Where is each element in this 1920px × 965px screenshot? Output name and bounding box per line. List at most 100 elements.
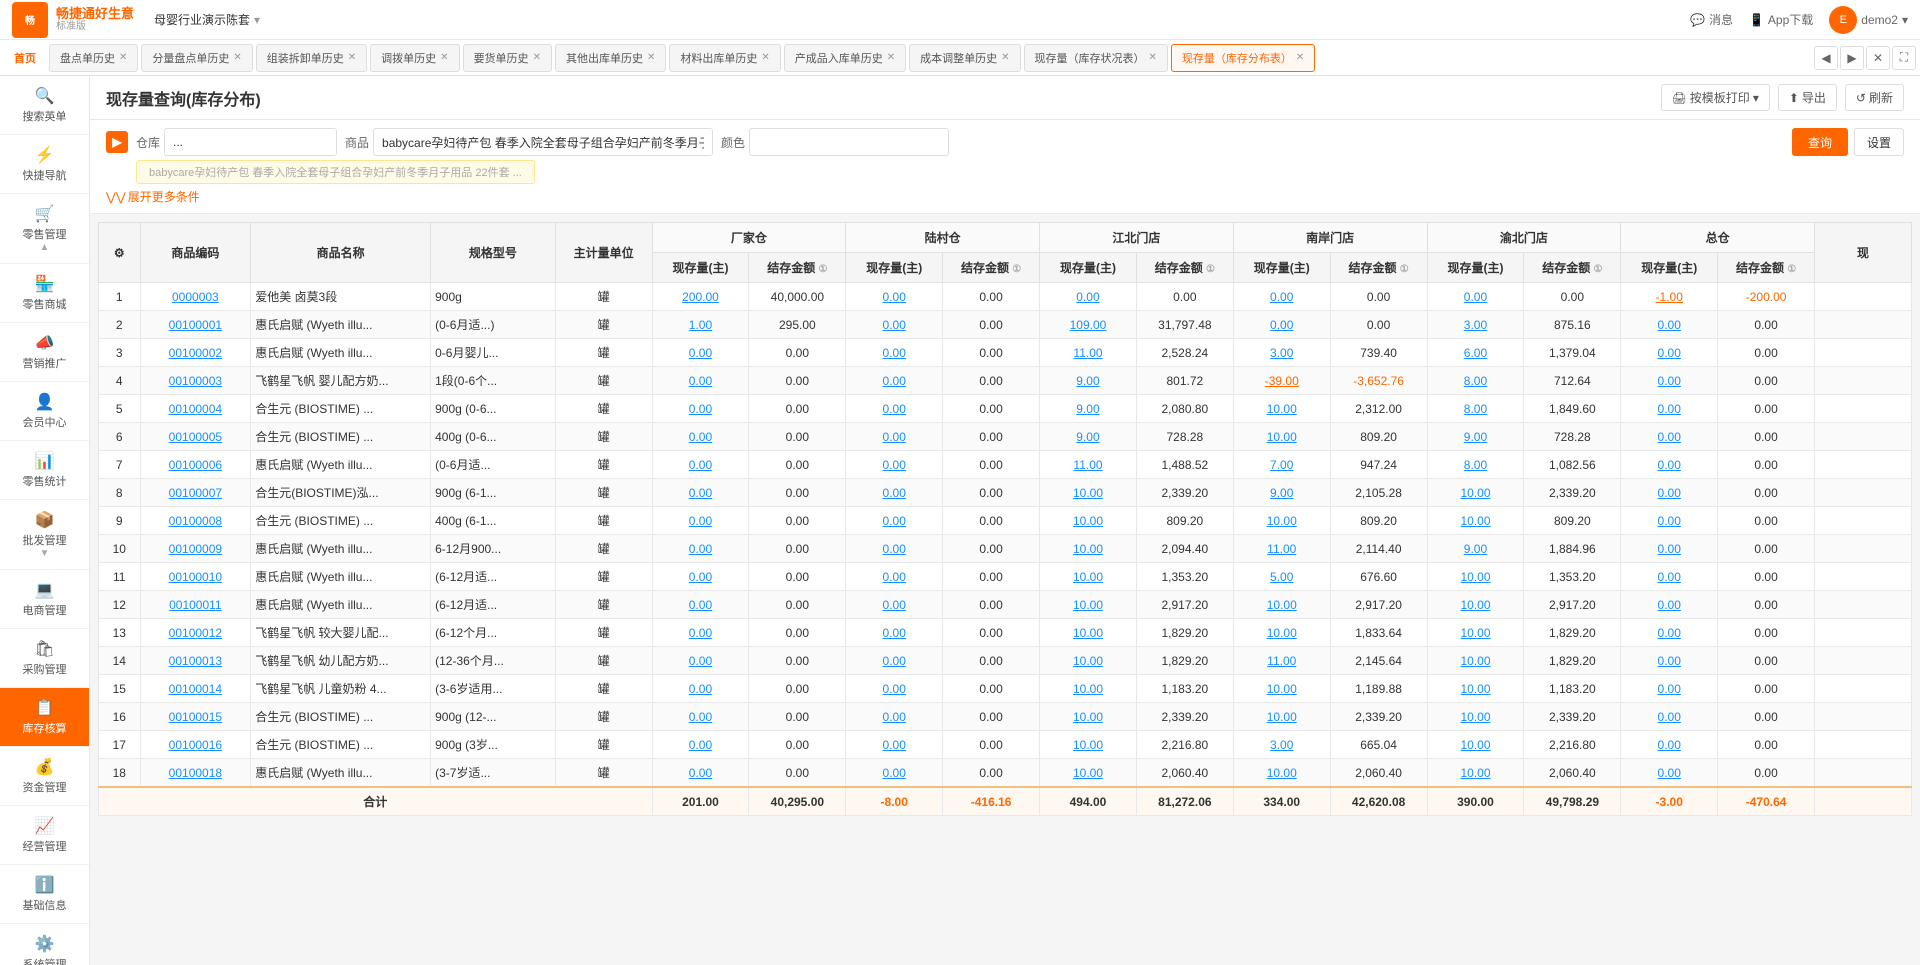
cell-code[interactable]: 00100002: [140, 339, 251, 367]
sidebar-item-ecommerce[interactable]: 💻 电商管理: [0, 570, 89, 629]
cell-total-qty[interactable]: -1.00: [1621, 283, 1718, 311]
cell-total-qty[interactable]: 0.00: [1621, 703, 1718, 731]
cell-lucun-qty[interactable]: 0.00: [846, 423, 943, 451]
cell-lucun-qty[interactable]: 0.00: [846, 283, 943, 311]
cell-total-qty[interactable]: 0.00: [1621, 339, 1718, 367]
cell-factory-qty[interactable]: 0.00: [652, 731, 749, 759]
cell-jiangbei-qty[interactable]: 11.00: [1040, 451, 1137, 479]
cell-factory-qty[interactable]: 0.00: [652, 339, 749, 367]
cell-yubei-qty[interactable]: 9.00: [1427, 423, 1524, 451]
tab-stock-dist[interactable]: 现存量（库存分布表） ✕: [1171, 44, 1315, 72]
filter-collapse-btn[interactable]: ▶: [106, 131, 128, 153]
cell-jiangbei-qty[interactable]: 0.00: [1040, 283, 1137, 311]
cell-yubei-qty[interactable]: 10.00: [1427, 479, 1524, 507]
cell-nanan-qty[interactable]: 10.00: [1233, 591, 1330, 619]
cell-total-qty[interactable]: 0.00: [1621, 395, 1718, 423]
cell-jiangbei-qty[interactable]: 9.00: [1040, 367, 1137, 395]
cell-jiangbei-qty[interactable]: 10.00: [1040, 703, 1137, 731]
cell-lucun-qty[interactable]: 0.00: [846, 507, 943, 535]
cell-jiangbei-qty[interactable]: 10.00: [1040, 563, 1137, 591]
cell-yubei-qty[interactable]: 9.00: [1427, 535, 1524, 563]
cell-yubei-qty[interactable]: 8.00: [1427, 395, 1524, 423]
cell-total-qty[interactable]: 0.00: [1621, 507, 1718, 535]
cell-factory-qty[interactable]: 0.00: [652, 759, 749, 788]
sidebar-item-member[interactable]: 👤 会员中心: [0, 382, 89, 441]
cell-code[interactable]: 00100010: [140, 563, 251, 591]
cell-jiangbei-qty[interactable]: 10.00: [1040, 731, 1137, 759]
cell-jiangbei-qty[interactable]: 10.00: [1040, 647, 1137, 675]
cell-factory-qty[interactable]: 1.00: [652, 311, 749, 339]
sidebar-item-retail-stats[interactable]: 📊 零售统计: [0, 441, 89, 500]
app-download-btn[interactable]: 📱 App下载: [1749, 11, 1813, 28]
cell-yubei-qty[interactable]: 10.00: [1427, 507, 1524, 535]
cell-yubei-qty[interactable]: 10.00: [1427, 591, 1524, 619]
system-selector[interactable]: 母婴行业演示陈套 ▾: [154, 11, 260, 28]
message-btn[interactable]: 💬 消息: [1690, 11, 1733, 28]
cell-factory-qty[interactable]: 0.00: [652, 395, 749, 423]
search-button[interactable]: 查询: [1792, 128, 1848, 156]
cell-lucun-qty[interactable]: 0.00: [846, 311, 943, 339]
cell-jiangbei-qty[interactable]: 10.00: [1040, 591, 1137, 619]
cell-jiangbei-qty[interactable]: 10.00: [1040, 507, 1137, 535]
cell-jiangbei-qty[interactable]: 10.00: [1040, 619, 1137, 647]
cell-jiangbei-qty[interactable]: 11.00: [1040, 339, 1137, 367]
refresh-button[interactable]: ↺ 刷新: [1845, 84, 1904, 111]
tab-cost-adjust-history[interactable]: 成本调整单历史 ✕: [909, 44, 1020, 72]
tab-other-out-history[interactable]: 其他出库单历史 ✕: [555, 44, 666, 72]
sidebar-item-finance[interactable]: 💰 资金管理: [0, 747, 89, 806]
cell-nanan-qty[interactable]: 0.00: [1233, 311, 1330, 339]
cell-total-qty[interactable]: 0.00: [1621, 479, 1718, 507]
cell-nanan-qty[interactable]: 10.00: [1233, 675, 1330, 703]
cell-lucun-qty[interactable]: 0.00: [846, 619, 943, 647]
cell-lucun-qty[interactable]: 0.00: [846, 591, 943, 619]
cell-lucun-qty[interactable]: 0.00: [846, 451, 943, 479]
sidebar-item-ops[interactable]: 📈 经营管理: [0, 806, 89, 865]
cell-yubei-qty[interactable]: 10.00: [1427, 619, 1524, 647]
sidebar-item-stock[interactable]: 📋 库存核算: [0, 688, 89, 747]
export-button[interactable]: ⬆ 导出: [1778, 84, 1837, 111]
cell-yubei-qty[interactable]: 8.00: [1427, 451, 1524, 479]
cell-total-qty[interactable]: 0.00: [1621, 563, 1718, 591]
cell-total-qty[interactable]: 0.00: [1621, 451, 1718, 479]
cell-yubei-qty[interactable]: 10.00: [1427, 731, 1524, 759]
cell-lucun-qty[interactable]: 0.00: [846, 675, 943, 703]
cell-nanan-qty[interactable]: 10.00: [1233, 703, 1330, 731]
cell-code[interactable]: 00100005: [140, 423, 251, 451]
cell-code[interactable]: 00100009: [140, 535, 251, 563]
cell-yubei-qty[interactable]: 10.00: [1427, 675, 1524, 703]
cell-lucun-qty[interactable]: 0.00: [846, 703, 943, 731]
cell-lucun-qty[interactable]: 0.00: [846, 339, 943, 367]
cell-lucun-qty[interactable]: 0.00: [846, 395, 943, 423]
cell-code[interactable]: 00100011: [140, 591, 251, 619]
cell-lucun-qty[interactable]: 0.00: [846, 563, 943, 591]
cell-yubei-qty[interactable]: 10.00: [1427, 647, 1524, 675]
cell-lucun-qty[interactable]: 0.00: [846, 367, 943, 395]
tab-assemble-history[interactable]: 组装拆卸单历史 ✕: [256, 44, 367, 72]
cell-jiangbei-qty[interactable]: 10.00: [1040, 759, 1137, 788]
user-menu[interactable]: E demo2 ▾: [1829, 6, 1908, 34]
cell-nanan-qty[interactable]: 3.00: [1233, 731, 1330, 759]
cell-factory-qty[interactable]: 0.00: [652, 647, 749, 675]
tab-home[interactable]: 首页: [4, 44, 46, 72]
sidebar-item-search[interactable]: 🔍 搜索英单: [0, 76, 89, 135]
cell-nanan-qty[interactable]: -39.00: [1233, 367, 1330, 395]
cell-factory-qty[interactable]: 0.00: [652, 367, 749, 395]
cell-nanan-qty[interactable]: 3.00: [1233, 339, 1330, 367]
cell-lucun-qty[interactable]: 0.00: [846, 759, 943, 788]
cell-jiangbei-qty[interactable]: 10.00: [1040, 675, 1137, 703]
cell-nanan-qty[interactable]: 0.00: [1233, 283, 1330, 311]
cell-code[interactable]: 00100015: [140, 703, 251, 731]
cell-lucun-qty[interactable]: 0.00: [846, 535, 943, 563]
cell-code[interactable]: 00100018: [140, 759, 251, 788]
tab-demand-history[interactable]: 要货单历史 ✕: [463, 44, 552, 72]
print-button[interactable]: 🖨 按模板打印 ▾: [1661, 84, 1770, 111]
tab-point-history[interactable]: 盘点单历史 ✕: [49, 44, 138, 72]
cell-nanan-qty[interactable]: 11.00: [1233, 647, 1330, 675]
settings-button[interactable]: 设置: [1854, 128, 1904, 156]
cell-total-qty[interactable]: 0.00: [1621, 367, 1718, 395]
cell-factory-qty[interactable]: 0.00: [652, 619, 749, 647]
cell-nanan-qty[interactable]: 10.00: [1233, 507, 1330, 535]
cell-total-qty[interactable]: 0.00: [1621, 731, 1718, 759]
cell-total-qty[interactable]: 0.00: [1621, 423, 1718, 451]
cell-total-qty[interactable]: 0.00: [1621, 759, 1718, 788]
